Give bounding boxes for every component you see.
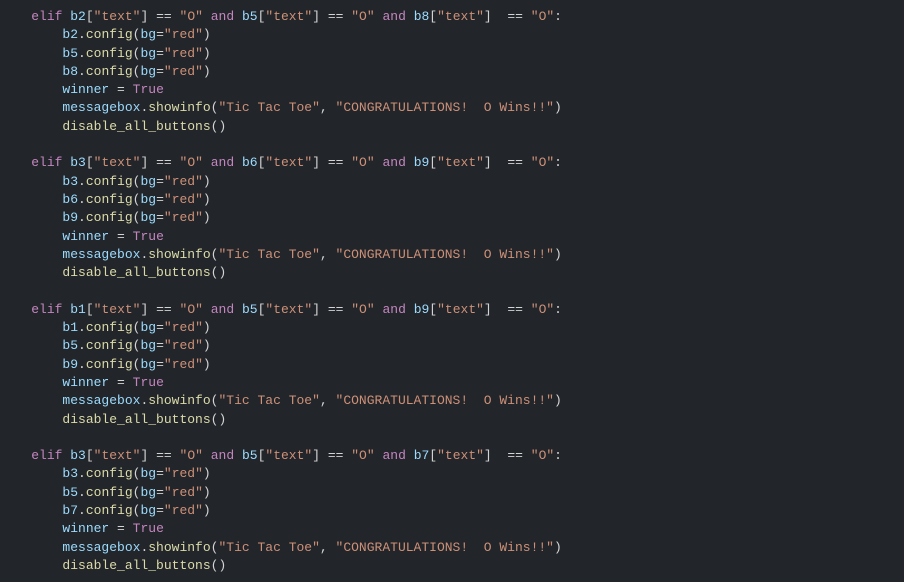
code-editor-content[interactable]: elif b2["text"] == "O" and b5["text"] ==… — [0, 0, 904, 582]
